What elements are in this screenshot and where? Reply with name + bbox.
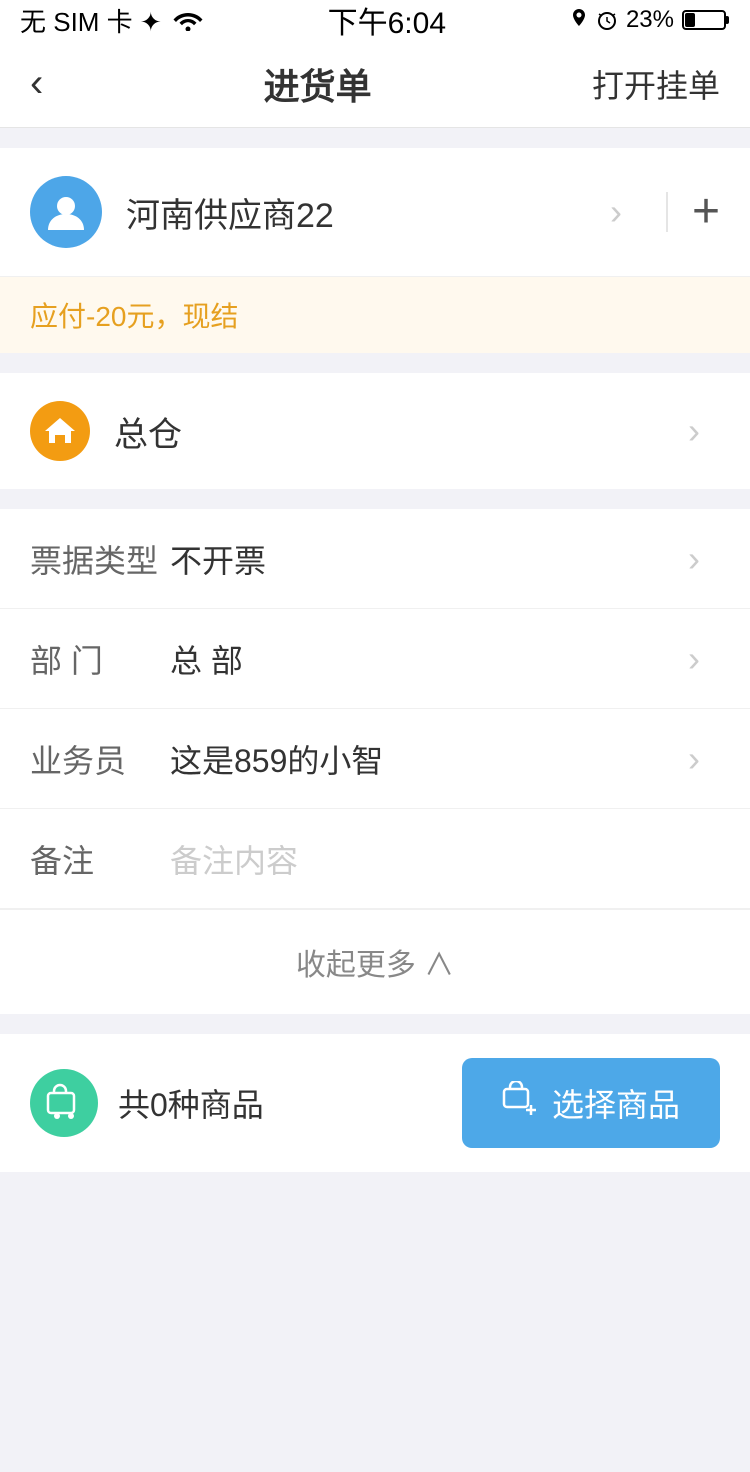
select-product-button[interactable]: 选择商品 — [462, 1058, 720, 1148]
department-value: 总 部 — [170, 636, 688, 682]
ticket-type-label: 票据类型 — [30, 536, 170, 582]
remark-label: 备注 — [30, 836, 170, 882]
salesperson-chevron-icon: › — [688, 738, 700, 780]
remark-placeholder: 备注内容 — [170, 836, 720, 882]
remark-row[interactable]: 备注 备注内容 — [0, 809, 750, 909]
status-right: 23% — [570, 6, 730, 34]
location-icon — [570, 9, 588, 31]
alarm-icon — [596, 9, 618, 31]
status-time: 下午6:04 — [328, 0, 446, 42]
product-icon — [30, 1069, 98, 1137]
warehouse-name: 总仓 — [114, 407, 688, 456]
ticket-type-chevron-icon: › — [688, 538, 700, 580]
salesperson-value: 这是859的小智 — [170, 736, 688, 782]
supplier-row[interactable]: 河南供应商22 › + — [0, 148, 750, 277]
department-chevron-icon: › — [688, 638, 700, 680]
supplier-name: 河南供应商22 — [126, 188, 610, 237]
gap-1 — [0, 128, 750, 148]
collapse-label: 收起更多 ∧ — [296, 949, 454, 982]
battery-pct: 23% — [626, 6, 674, 34]
gap-2 — [0, 353, 750, 373]
page-background — [0, 1172, 750, 1472]
salesperson-label: 业务员 — [30, 736, 170, 782]
open-pending-button[interactable]: 打开挂单 — [592, 61, 720, 107]
department-label: 部 门 — [30, 636, 170, 682]
cart-icon — [44, 1083, 84, 1123]
bottom-bar: 共0种商品 选择商品 — [0, 1034, 750, 1172]
warehouse-chevron-icon: › — [688, 410, 700, 452]
warehouse-row[interactable]: 总仓 › — [0, 373, 750, 489]
back-button[interactable]: ‹ — [30, 61, 43, 106]
nav-bar: ‹ 进货单 打开挂单 — [0, 40, 750, 128]
supplier-avatar — [30, 176, 102, 248]
department-row[interactable]: 部 门 总 部 › — [0, 609, 750, 709]
warehouse-icon — [30, 401, 90, 461]
select-product-label: 选择商品 — [552, 1080, 680, 1126]
ticket-type-value: 不开票 — [170, 536, 688, 582]
select-product-icon — [502, 1081, 538, 1126]
wifi-icon — [172, 9, 204, 31]
status-bar: 无 SIM 卡 ✦ 下午6:04 23% — [0, 0, 750, 40]
supplier-section: 河南供应商22 › + 应付-20元，现结 — [0, 148, 750, 353]
supplier-divider — [666, 192, 668, 232]
house-icon — [42, 413, 78, 449]
form-section: 票据类型 不开票 › 部 门 总 部 › 业务员 这是859的小智 › 备注 备… — [0, 509, 750, 1014]
notice-bar: 应付-20元，现结 — [0, 277, 750, 353]
product-count: 共0种商品 — [118, 1080, 462, 1126]
person-icon — [44, 190, 88, 234]
battery-icon — [682, 8, 730, 32]
add-cart-icon — [502, 1081, 538, 1117]
supplier-chevron-icon: › — [610, 191, 622, 233]
add-supplier-button[interactable]: + — [692, 188, 720, 236]
ticket-type-row[interactable]: 票据类型 不开票 › — [0, 509, 750, 609]
page-title: 进货单 — [264, 58, 372, 110]
salesperson-row[interactable]: 业务员 这是859的小智 › — [0, 709, 750, 809]
notice-text: 应付-20元，现结 — [30, 301, 238, 332]
status-left: 无 SIM 卡 ✦ — [20, 2, 204, 39]
sim-status: 无 SIM 卡 ✦ — [20, 2, 162, 39]
collapse-bar[interactable]: 收起更多 ∧ — [0, 909, 750, 1014]
warehouse-section: 总仓 › — [0, 373, 750, 489]
